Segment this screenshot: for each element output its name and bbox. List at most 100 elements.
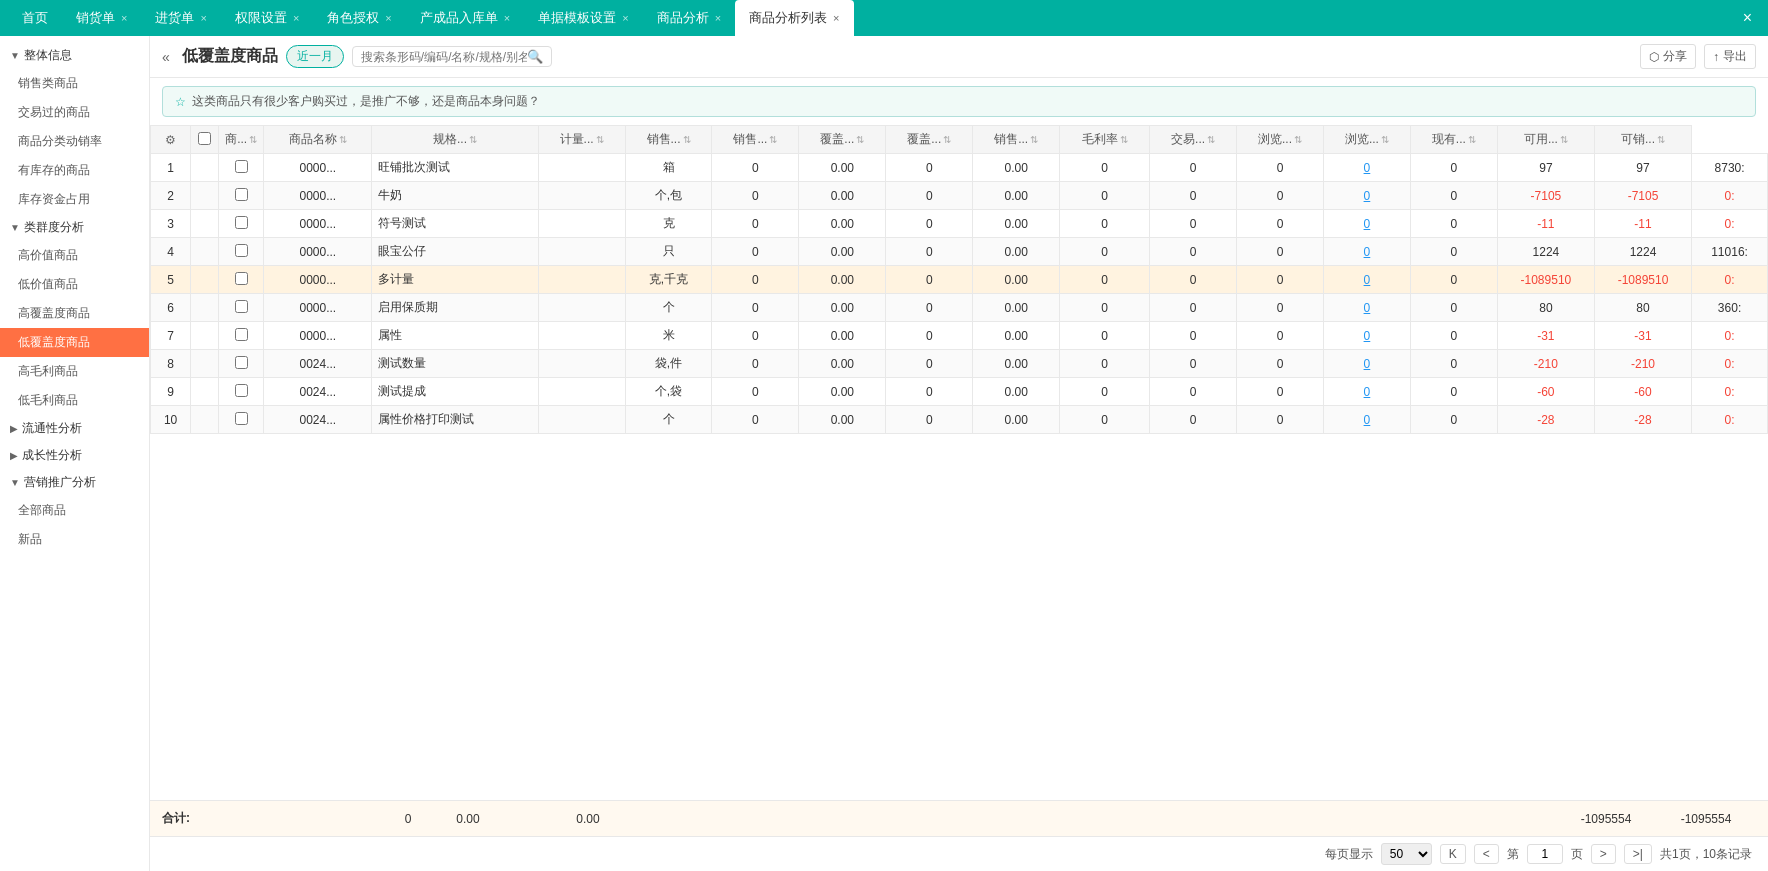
window-close-button[interactable]: × [1735,9,1760,27]
sidebar-item-traded-goods[interactable]: 交易过的商品 [0,98,149,127]
col-name[interactable]: 商品名称⇅ [264,126,372,154]
row-cover1: 0 [886,238,973,266]
row-number: 6 [151,294,191,322]
col-code[interactable]: 商...⇅ [219,126,264,154]
close-icon[interactable]: × [622,12,628,24]
select-all-checkbox[interactable] [198,132,211,145]
col-spec[interactable]: 规格...⇅ [372,126,538,154]
row-browse1[interactable]: 0 [1323,182,1410,210]
row-browse1[interactable]: 0 [1323,238,1410,266]
sidebar-item-low-margin[interactable]: 低毛利商品 [0,386,149,415]
search-icon[interactable]: 🔍 [527,49,543,64]
nav-tab-template[interactable]: 单据模板设置 × [524,0,642,36]
nav-tab-permission[interactable]: 权限设置 × [221,0,313,36]
sidebar-item-sales-goods[interactable]: 销售类商品 [0,69,149,98]
nav-tab-home[interactable]: 首页 [8,0,62,36]
next-page-button[interactable]: > [1591,844,1616,864]
row-browse1[interactable]: 0 [1323,322,1410,350]
page-number-input[interactable] [1527,844,1563,864]
sidebar-item-low-coverage[interactable]: 低覆盖度商品 [0,328,149,357]
row-stock2: 80 [1594,294,1691,322]
nav-tab-product-analysis-list[interactable]: 商品分析列表 × [735,0,853,36]
sidebar-item-new-goods[interactable]: 新品 [0,525,149,554]
col-cover1[interactable]: 覆盖...⇅ [799,126,886,154]
row-unit: 个 [625,294,712,322]
row-checkbox[interactable] [219,406,264,434]
first-page-button[interactable]: K [1440,844,1466,864]
col-stock3[interactable]: 可销...⇅ [1594,126,1691,154]
col-cover2[interactable]: 覆盖...⇅ [886,126,973,154]
sidebar-section-circulation[interactable]: ▶ 流通性分析 [0,415,149,442]
row-stock2: 1224 [1594,238,1691,266]
row-browse1[interactable]: 0 [1323,266,1410,294]
data-table-wrapper[interactable]: ⚙ 商...⇅ 商品名称⇅ 规格...⇅ 计量...⇅ 销售...⇅ 销售...… [150,125,1768,800]
row-browse1[interactable]: 0 [1323,378,1410,406]
col-sale-amt[interactable]: 销售...⇅ [712,126,799,154]
row-browse1[interactable]: 0 [1323,154,1410,182]
sidebar-item-low-value[interactable]: 低价值商品 [0,270,149,299]
row-browse1[interactable]: 0 [1323,210,1410,238]
sidebar-item-high-coverage[interactable]: 高覆盖度商品 [0,299,149,328]
nav-tab-purchase[interactable]: 进货单 × [141,0,220,36]
period-button[interactable]: 近一月 [286,45,344,68]
row-checkbox[interactable] [219,294,264,322]
search-input[interactable] [361,50,527,64]
row-stock1: -7105 [1497,182,1594,210]
nav-tab-product-inbound[interactable]: 产成品入库单 × [406,0,524,36]
sidebar-section-cluster[interactable]: ▼ 类群度分析 [0,214,149,241]
row-checkbox[interactable] [219,350,264,378]
total-record-label: 共1页，10条记录 [1660,846,1752,863]
col-browse2[interactable]: 浏览...⇅ [1323,126,1410,154]
row-browse1[interactable]: 0 [1323,406,1410,434]
collapse-sidebar-button[interactable]: « [162,49,170,65]
row-checkbox[interactable] [219,266,264,294]
sidebar-section-overall[interactable]: ▼ 整体信息 [0,42,149,69]
sidebar-item-category-rate[interactable]: 商品分类动销率 [0,127,149,156]
row-checkbox[interactable] [219,210,264,238]
close-icon[interactable]: × [121,12,127,24]
row-cover2: 0.00 [973,154,1060,182]
sidebar-item-high-margin[interactable]: 高毛利商品 [0,357,149,386]
nav-tab-sales[interactable]: 销货单 × [62,0,141,36]
row-checkbox[interactable] [219,378,264,406]
col-sale-count[interactable]: 销售...⇅ [973,126,1060,154]
col-stock2[interactable]: 可用...⇅ [1497,126,1594,154]
row-browse1[interactable]: 0 [1323,294,1410,322]
row-browse1[interactable]: 0 [1323,350,1410,378]
prev-page-button[interactable]: < [1474,844,1499,864]
gear-icon[interactable]: ⚙ [165,133,176,147]
row-checkbox[interactable] [219,154,264,182]
sidebar-section-growth[interactable]: ▶ 成长性分析 [0,442,149,469]
close-icon[interactable]: × [504,12,510,24]
close-icon[interactable]: × [293,12,299,24]
last-page-button[interactable]: >| [1624,844,1652,864]
close-icon[interactable]: × [833,12,839,24]
sidebar-item-high-value[interactable]: 高价值商品 [0,241,149,270]
col-unit[interactable]: 计量...⇅ [538,126,625,154]
row-cover2: 0.00 [973,182,1060,210]
col-gross[interactable]: 毛利率⇅ [1060,126,1150,154]
share-button[interactable]: ⬡ 分享 [1640,44,1696,69]
col-stock1[interactable]: 现有...⇅ [1410,126,1497,154]
nav-tab-product-analysis[interactable]: 商品分析 × [643,0,735,36]
row-checkbox[interactable] [219,322,264,350]
col-trade[interactable]: 交易...⇅ [1150,126,1237,154]
sidebar-item-stocked-goods[interactable]: 有库存的商品 [0,156,149,185]
close-icon[interactable]: × [715,12,721,24]
close-icon[interactable]: × [200,12,206,24]
row-spec [538,210,625,238]
col-sale-qty[interactable]: 销售...⇅ [625,126,712,154]
row-unit: 克,千克 [625,266,712,294]
sidebar-item-all-goods[interactable]: 全部商品 [0,496,149,525]
row-code: 0000... [264,322,372,350]
sidebar-section-marketing[interactable]: ▼ 营销推广分析 [0,469,149,496]
export-button[interactable]: ↑ 导出 [1704,44,1756,69]
close-icon[interactable]: × [385,12,391,24]
row-checkbox[interactable] [219,182,264,210]
page-size-select[interactable]: 50 100 200 [1381,843,1432,865]
row-checkbox[interactable] [219,238,264,266]
col-gear[interactable]: ⚙ [151,126,191,154]
nav-tab-role[interactable]: 角色授权 × [313,0,405,36]
sidebar-item-stock-capital[interactable]: 库存资金占用 [0,185,149,214]
col-browse1[interactable]: 浏览...⇅ [1237,126,1324,154]
